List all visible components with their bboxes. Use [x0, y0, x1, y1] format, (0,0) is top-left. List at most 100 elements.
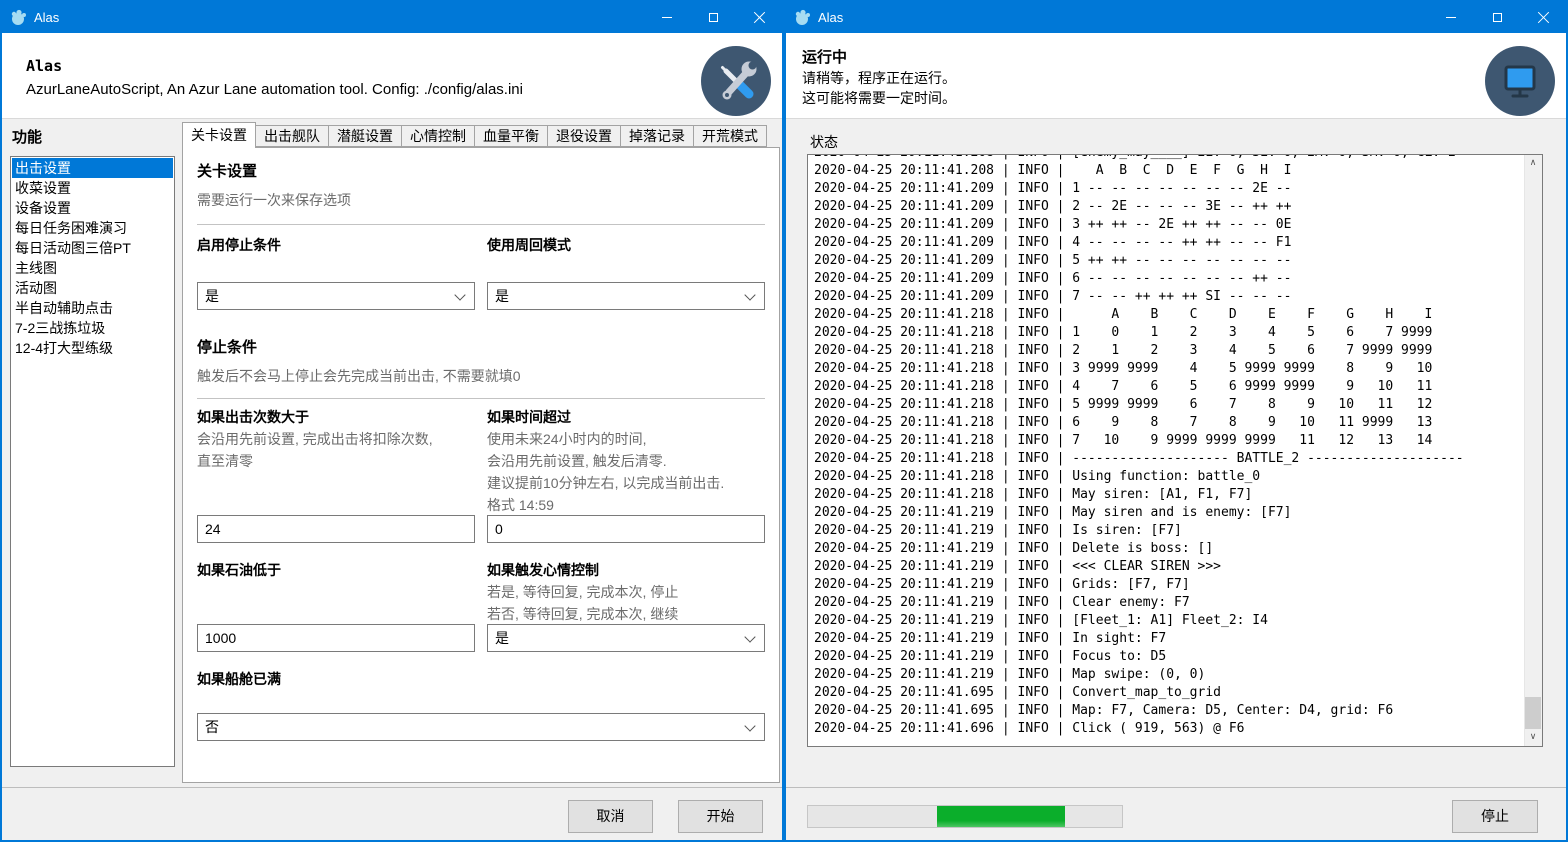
log-line: 2020-04-25 20:11:41.219 | INFO | In sigh…	[814, 630, 1524, 648]
time-over-input[interactable]: 0	[487, 515, 765, 543]
settings-tab[interactable]: 血量平衡	[474, 125, 548, 147]
log-line: 2020-04-25 20:11:41.219 | INFO | Delete …	[814, 540, 1524, 558]
function-list-item[interactable]: 每日活动图三倍PT	[12, 238, 173, 258]
progress-bar	[807, 805, 1123, 828]
settings-tab[interactable]: 退役设置	[547, 125, 621, 147]
app-header: Alas AzurLaneAutoScript, An Azur Lane au…	[2, 33, 782, 119]
minimize-button[interactable]	[644, 2, 690, 33]
field-note: 若否, 等待回复, 完成本次, 继续	[487, 604, 765, 624]
footer-divider	[2, 787, 782, 788]
maximize-button[interactable]	[690, 2, 736, 33]
field-note: 使用未来24小时内的时间,	[487, 429, 765, 449]
function-list-item[interactable]: 半自动辅助点击	[12, 298, 173, 318]
function-list-item[interactable]: 活动图	[12, 278, 173, 298]
log-line: 2020-04-25 20:11:41.209 | INFO | 3 ++ ++…	[814, 216, 1524, 234]
log-line: 2020-04-25 20:11:41.219 | INFO | Clear e…	[814, 594, 1524, 612]
divider	[197, 398, 765, 399]
enable-stop-select[interactable]: 是	[197, 282, 475, 310]
footer-divider	[786, 787, 1566, 788]
field-note: 建议提前10分钟左右, 以完成当前出击.	[487, 473, 765, 493]
function-listbox[interactable]: 出击设置收菜设置设备设置每日任务困难演习每日活动图三倍PT主线图活动图半自动辅助…	[10, 156, 175, 767]
log-line: 2020-04-25 20:11:41.218 | INFO | 6 9 8 7…	[814, 414, 1524, 432]
oil-below-input[interactable]: 1000	[197, 624, 475, 652]
field-note: 直至清零	[197, 451, 475, 471]
log-line: 2020-04-25 20:11:41.219 | INFO | May sir…	[814, 504, 1524, 522]
maximize-icon	[709, 13, 718, 22]
dock-full-select[interactable]: 否	[197, 713, 765, 741]
log-line: 2020-04-25 20:11:41.696 | INFO | Click (…	[814, 720, 1524, 738]
start-button[interactable]: 开始	[678, 800, 763, 833]
log-line: 2020-04-25 20:11:41.209 | INFO | 6 -- --…	[814, 270, 1524, 288]
count-gt-input[interactable]: 24	[197, 515, 475, 543]
stop-condition-title: 停止条件	[197, 338, 765, 358]
settings-tab[interactable]: 潜艇设置	[328, 125, 402, 147]
log-line: 2020-04-25 20:11:41.695 | INFO | Convert…	[814, 684, 1524, 702]
field-label-emotion: 如果触发心情控制	[487, 561, 765, 580]
scrollbar-thumb[interactable]	[1525, 697, 1541, 729]
log-output[interactable]: 2020-04-25 20:11:41.208 | INFO | [enemy_…	[807, 154, 1543, 747]
field-label-count-gt: 如果出击次数大于	[197, 408, 475, 427]
field-label-enable-stop: 启用停止条件	[197, 236, 475, 255]
log-line: 2020-04-25 20:11:41.209 | INFO | 2 -- 2E…	[814, 198, 1524, 216]
alas-app-icon	[794, 9, 811, 26]
cancel-button[interactable]: 取消	[568, 800, 653, 833]
cycle-mode-select[interactable]: 是	[487, 282, 765, 310]
form-row: 启用停止条件 是 使用周回模式 是	[197, 236, 765, 310]
log-scrollbar[interactable]: ∧ ∨	[1524, 155, 1542, 746]
log-line: 2020-04-25 20:11:41.209 | INFO | 7 -- --…	[814, 288, 1524, 306]
field-note: 若是, 等待回复, 完成本次, 停止	[487, 582, 765, 602]
section-title: 关卡设置	[197, 162, 765, 182]
function-list-item[interactable]: 设备设置	[12, 198, 173, 218]
titlebar[interactable]: Alas	[2, 2, 782, 33]
settings-window: Alas Alas AzurLaneAutoScript, An Azur La…	[0, 0, 784, 842]
window-title: Alas	[34, 10, 59, 25]
form-row: 如果石油低于 1000 如果触发心情控制 若是, 等待回复, 完成本次, 停止 …	[197, 561, 765, 652]
settings-tab[interactable]: 开荒模式	[693, 125, 767, 147]
settings-tab[interactable]: 出击舰队	[255, 125, 329, 147]
window-title: Alas	[818, 10, 843, 25]
function-list-item[interactable]: 12-4打大型练级	[12, 338, 173, 358]
log-line: 2020-04-25 20:11:41.219 | INFO | [Fleet_…	[814, 612, 1524, 630]
close-button[interactable]	[736, 2, 782, 33]
close-button[interactable]	[1520, 2, 1566, 33]
log-line: 2020-04-25 20:11:41.219 | INFO | Is sire…	[814, 522, 1524, 540]
scroll-down-icon[interactable]: ∨	[1525, 729, 1541, 746]
log-line: 2020-04-25 20:11:41.219 | INFO | Grids: …	[814, 576, 1524, 594]
function-list-item[interactable]: 收菜设置	[12, 178, 173, 198]
function-list-item[interactable]: 主线图	[12, 258, 173, 278]
section-note: 需要运行一次来保存选项	[197, 191, 765, 210]
field-label-oil-below: 如果石油低于	[197, 561, 475, 580]
scroll-up-icon[interactable]: ∧	[1525, 155, 1541, 172]
app-subtitle: AzurLaneAutoScript, An Azur Lane automat…	[26, 81, 523, 98]
run-status-title: 运行中	[802, 46, 847, 67]
function-list-title: 功能	[12, 126, 42, 147]
function-list-item[interactable]: 出击设置	[12, 158, 173, 178]
runner-window: Alas 运行中 请稍等，程序正在运行。 这可能将需要一定时间。 状态 2020…	[784, 0, 1568, 842]
divider	[197, 224, 765, 225]
stop-button[interactable]: 停止	[1452, 800, 1538, 833]
run-status-line2: 这可能将需要一定时间。	[802, 88, 956, 108]
log-lines: 2020-04-25 20:11:41.208 | INFO | [enemy_…	[814, 154, 1524, 738]
function-list-item[interactable]: 7-2三战拣垃圾	[12, 318, 173, 338]
minimize-icon	[1446, 17, 1456, 18]
emotion-select[interactable]: 是	[487, 624, 765, 652]
titlebar[interactable]: Alas	[786, 2, 1566, 33]
field-label-dock-full: 如果船舱已满	[197, 670, 765, 689]
field-label-time-over: 如果时间超过	[487, 408, 765, 427]
settings-tabbar[interactable]: 关卡设置出击舰队潜艇设置心情控制血量平衡退役设置掉落记录开荒模式	[182, 122, 766, 148]
maximize-button[interactable]	[1474, 2, 1520, 33]
form-row: 如果出击次数大于 会沿用先前设置, 完成出击将扣除次数, 直至清零 24 如果时…	[197, 408, 765, 543]
field-note: 会沿用先前设置, 触发后清零.	[487, 451, 765, 471]
log-line: 2020-04-25 20:11:41.219 | INFO | <<< CLE…	[814, 558, 1524, 576]
run-header: 运行中 请稍等，程序正在运行。 这可能将需要一定时间。	[786, 33, 1566, 119]
alas-app-icon	[10, 9, 27, 26]
minimize-icon	[662, 17, 672, 18]
log-line: 2020-04-25 20:11:41.218 | INFO | 5 9999 …	[814, 396, 1524, 414]
settings-tab[interactable]: 掉落记录	[620, 125, 694, 147]
log-line: 2020-04-25 20:11:41.218 | INFO | 1 0 1 2…	[814, 324, 1524, 342]
log-line: 2020-04-25 20:11:41.218 | INFO | -------…	[814, 450, 1524, 468]
settings-tab[interactable]: 心情控制	[401, 125, 475, 147]
settings-tab[interactable]: 关卡设置	[182, 122, 256, 148]
function-list-item[interactable]: 每日任务困难演习	[12, 218, 173, 238]
minimize-button[interactable]	[1428, 2, 1474, 33]
